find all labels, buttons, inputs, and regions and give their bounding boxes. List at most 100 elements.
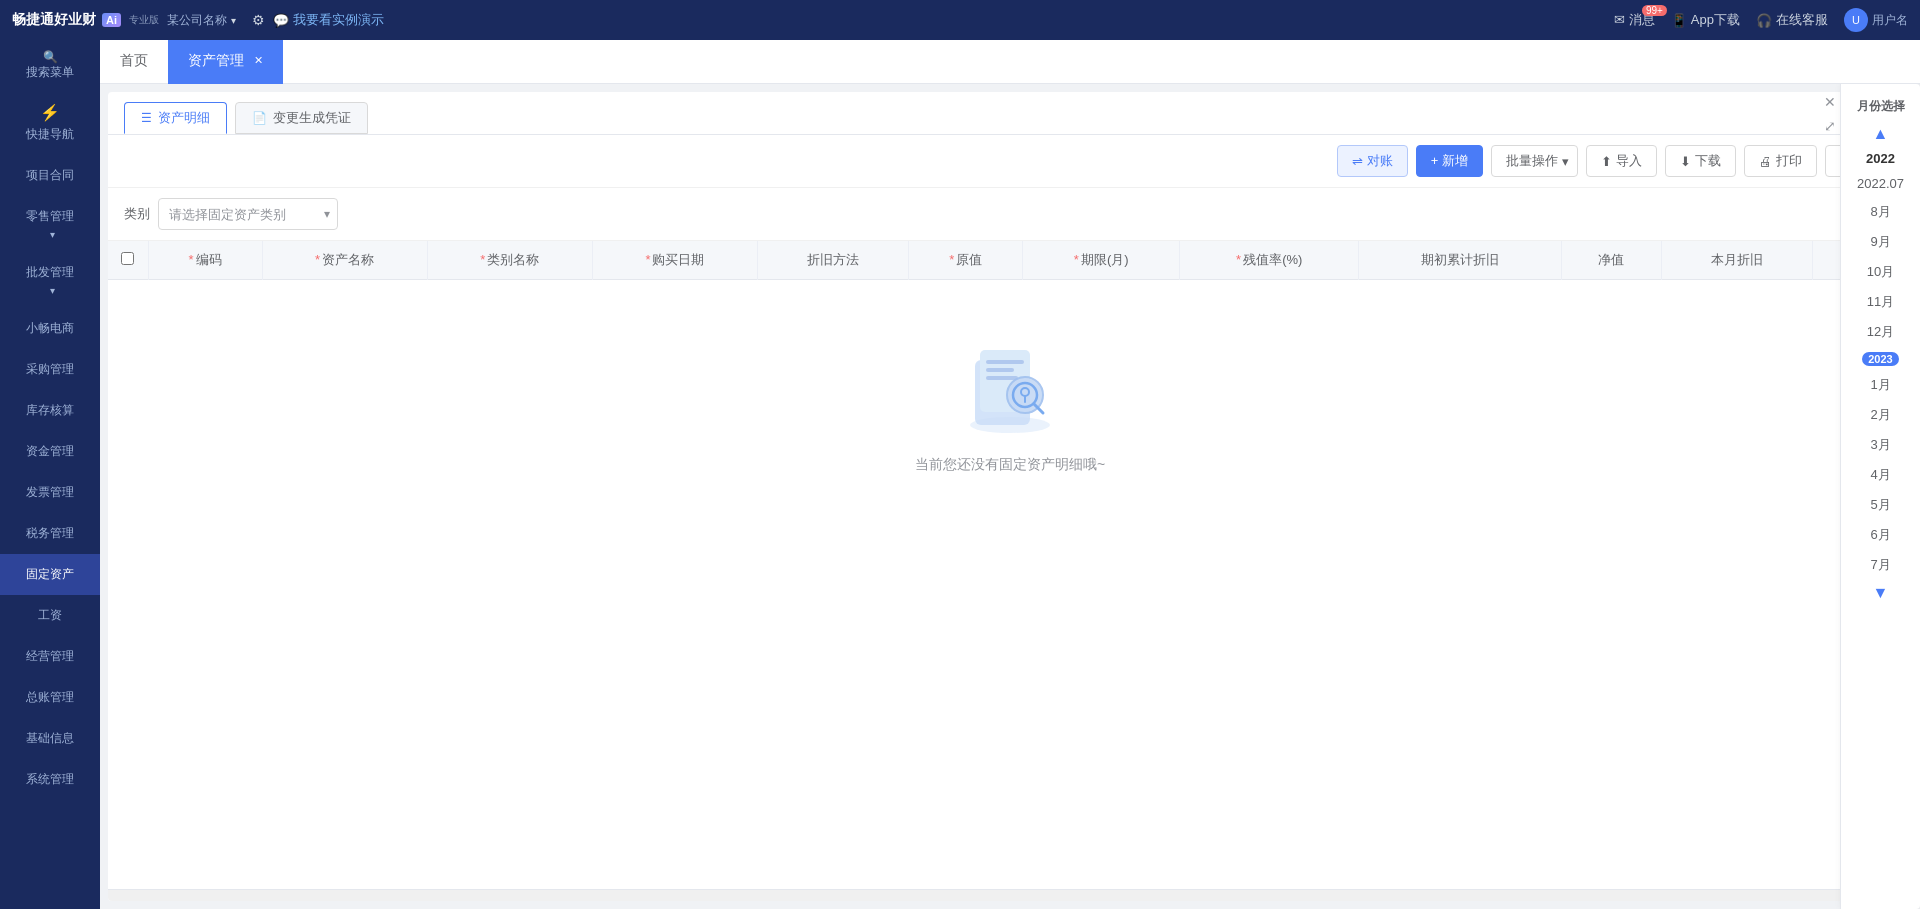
sidebar-item-purchase[interactable]: 采购管理 <box>0 349 100 390</box>
month-item-apr[interactable]: 4月 <box>1841 460 1920 490</box>
sidebar: 🔍 搜索菜单 ⚡ 快捷导航 项目合同 零售管理 ▾ 批发管理 ▾ 小畅电商 采购… <box>0 40 100 909</box>
sidebar-item-fixed-assets[interactable]: 固定资产 <box>0 554 100 595</box>
top-bar-right: ✉ 消息 99+ 📱 App下载 🎧 在线客服 U 用户名 <box>1614 8 1908 32</box>
col-asset-name: *资产名称 <box>262 241 427 280</box>
sidebar-search[interactable]: 🔍 搜索菜单 <box>0 40 100 91</box>
sidebar-item-basic-info[interactable]: 基础信息 <box>0 718 100 759</box>
nav-icon: ⚡ <box>40 103 60 122</box>
top-bar: 畅捷通好业财 Ai 专业版 某公司名称 ▾ ⚙ 💬 我要看实例演示 ✉ 消息 9… <box>0 0 1920 40</box>
content-area: 首页 资产管理 ✕ ☰ 资产明细 📄 变更生成凭证 <box>100 40 1920 909</box>
company-name: 某公司名称 <box>167 12 227 29</box>
filter-category-wrapper[interactable]: 请选择固定资产类别 房屋及建筑物 机器设备 运输设备 电子设备 其他 ▾ <box>158 198 338 230</box>
tab-home[interactable]: 首页 <box>100 40 168 84</box>
month-item-nov[interactable]: 11月 <box>1841 287 1920 317</box>
download-icon: ⬇ <box>1680 154 1691 169</box>
sidebar-item-salary[interactable]: 工资 <box>0 595 100 636</box>
svg-rect-3 <box>986 360 1024 364</box>
month-item-mar[interactable]: 3月 <box>1841 430 1920 460</box>
user-name: 用户名 <box>1872 12 1908 29</box>
app-edition: 专业版 <box>129 13 159 27</box>
current-year-badge: 2023 <box>1862 352 1898 366</box>
sidebar-item-retail[interactable]: 零售管理 ▾ <box>0 196 100 252</box>
month-item-feb[interactable]: 2月 <box>1841 400 1920 430</box>
sidebar-item-system[interactable]: 系统管理 <box>0 759 100 800</box>
sidebar-item-invoice[interactable]: 发票管理 <box>0 472 100 513</box>
sidebar-item-general-ledger[interactable]: 总账管理 <box>0 677 100 718</box>
tab-asset-management[interactable]: 资产管理 ✕ <box>168 40 283 84</box>
gear-icon[interactable]: ⚙ <box>252 12 265 28</box>
app-name: 畅捷通好业财 <box>12 11 96 29</box>
filter-category-select[interactable]: 请选择固定资产类别 房屋及建筑物 机器设备 运输设备 电子设备 其他 <box>158 198 338 230</box>
chevron-down-icon: ▾ <box>1562 154 1569 169</box>
sidebar-item-finance[interactable]: 资金管理 <box>0 431 100 472</box>
reconcile-button[interactable]: ⇌ 对账 <box>1337 145 1408 177</box>
svg-rect-5 <box>986 376 1018 380</box>
month-item-sep[interactable]: 9月 <box>1841 227 1920 257</box>
filter-category-label: 类别 <box>124 205 150 223</box>
doc-icon: 📄 <box>252 111 267 125</box>
avatar: U <box>1844 8 1868 32</box>
year-2022-label: 2022 <box>1866 147 1895 170</box>
month-item-jan[interactable]: 1月 <box>1841 370 1920 400</box>
online-service-button[interactable]: 🎧 在线客服 <box>1756 11 1828 29</box>
inner-content: ☰ 资产明细 📄 变更生成凭证 ⇌ 对账 + 新增 <box>100 84 1920 909</box>
col-code: *编码 <box>148 241 262 280</box>
sidebar-item-quick-nav[interactable]: ⚡ 快捷导航 <box>0 91 100 155</box>
month-item-aug[interactable]: 8月 <box>1841 197 1920 227</box>
tab-bar: 首页 资产管理 ✕ <box>100 40 1920 84</box>
search-label: 搜索菜单 <box>8 64 92 81</box>
svg-rect-4 <box>986 368 1014 372</box>
company-selector[interactable]: 某公司名称 ▾ <box>167 12 236 29</box>
message-icon: ✉ <box>1614 12 1625 27</box>
batch-ops-button[interactable]: 批量操作 ▾ <box>1491 145 1578 177</box>
sidebar-item-tax[interactable]: 税务管理 <box>0 513 100 554</box>
month-nav-down[interactable]: ▼ <box>1873 580 1889 606</box>
app-download-button[interactable]: 📱 App下载 <box>1671 11 1740 29</box>
sidebar-item-operations[interactable]: 经营管理 <box>0 636 100 677</box>
page-panel: ☰ 资产明细 📄 变更生成凭证 ⇌ 对账 + 新增 <box>108 92 1912 901</box>
sidebar-item-ecommerce[interactable]: 小畅电商 <box>0 308 100 349</box>
sub-tabs: ☰ 资产明细 📄 变更生成凭证 <box>108 92 1912 135</box>
col-depreciation-method: 折旧方法 <box>758 241 909 280</box>
subtab-change-voucher[interactable]: 📄 变更生成凭证 <box>235 102 368 134</box>
demo-icon: 💬 <box>273 13 289 28</box>
close-panel-button[interactable]: ✕ <box>1820 92 1840 112</box>
horizontal-scrollbar[interactable] <box>108 889 1912 901</box>
app-brand: 畅捷通好业财 Ai <box>12 11 121 29</box>
download-button[interactable]: ⬇ 下载 <box>1665 145 1736 177</box>
toolbar: ⇌ 对账 + 新增 批量操作 ▾ ⬆ 导入 ⬇ <box>108 135 1912 188</box>
empty-text: 当前您还没有固定资产明细哦~ <box>915 456 1105 474</box>
add-new-button[interactable]: + 新增 <box>1416 145 1483 177</box>
demo-link[interactable]: 💬 我要看实例演示 <box>273 11 384 29</box>
table-header-row: *编码 *资产名称 *类别名称 *购买日期 折旧方法 *原值 *期限(月) *残… <box>108 241 1912 280</box>
col-net-value: 净值 <box>1561 241 1661 280</box>
user-info-button[interactable]: U 用户名 <box>1844 8 1908 32</box>
month-item-jun[interactable]: 6月 <box>1841 520 1920 550</box>
month-item-current[interactable]: 2022.07 <box>1841 170 1920 197</box>
sidebar-item-wholesale[interactable]: 批发管理 ▾ <box>0 252 100 308</box>
col-original-value: *原值 <box>909 241 1023 280</box>
main-layout: 🔍 搜索菜单 ⚡ 快捷导航 项目合同 零售管理 ▾ 批发管理 ▾ 小畅电商 采购… <box>0 40 1920 909</box>
import-button[interactable]: ⬆ 导入 <box>1586 145 1657 177</box>
asset-table: *编码 *资产名称 *类别名称 *购买日期 折旧方法 *原值 *期限(月) *残… <box>108 241 1912 280</box>
month-nav-up[interactable]: ▲ <box>1873 121 1889 147</box>
print-button[interactable]: 🖨 打印 <box>1744 145 1817 177</box>
chevron-right-icon: ▾ <box>50 229 55 240</box>
month-item-oct[interactable]: 10月 <box>1841 257 1920 287</box>
list-icon: ☰ <box>141 111 152 125</box>
select-all-checkbox[interactable] <box>121 252 134 265</box>
table-container[interactable]: *编码 *资产名称 *类别名称 *购买日期 折旧方法 *原值 *期限(月) *残… <box>108 241 1912 889</box>
month-item-dec[interactable]: 12月 <box>1841 317 1920 347</box>
year-2023-label: 2023 <box>1862 347 1898 370</box>
month-item-may[interactable]: 5月 <box>1841 490 1920 520</box>
month-item-jul[interactable]: 7月 <box>1841 550 1920 580</box>
sidebar-item-project-contract[interactable]: 项目合同 <box>0 155 100 196</box>
col-monthly-depreciation: 本月折旧 <box>1661 241 1812 280</box>
tab-close-icon[interactable]: ✕ <box>254 54 263 67</box>
expand-panel-button[interactable]: ⤢ <box>1820 116 1840 136</box>
sidebar-item-inventory[interactable]: 库存核算 <box>0 390 100 431</box>
subtab-asset-detail[interactable]: ☰ 资产明细 <box>124 102 227 134</box>
month-picker-panel: 月份选择 ▲ 2022 2022.07 8月 9月 10月 11月 12月 20… <box>1840 84 1920 909</box>
message-button[interactable]: ✉ 消息 99+ <box>1614 11 1655 29</box>
empty-illustration <box>950 340 1070 440</box>
